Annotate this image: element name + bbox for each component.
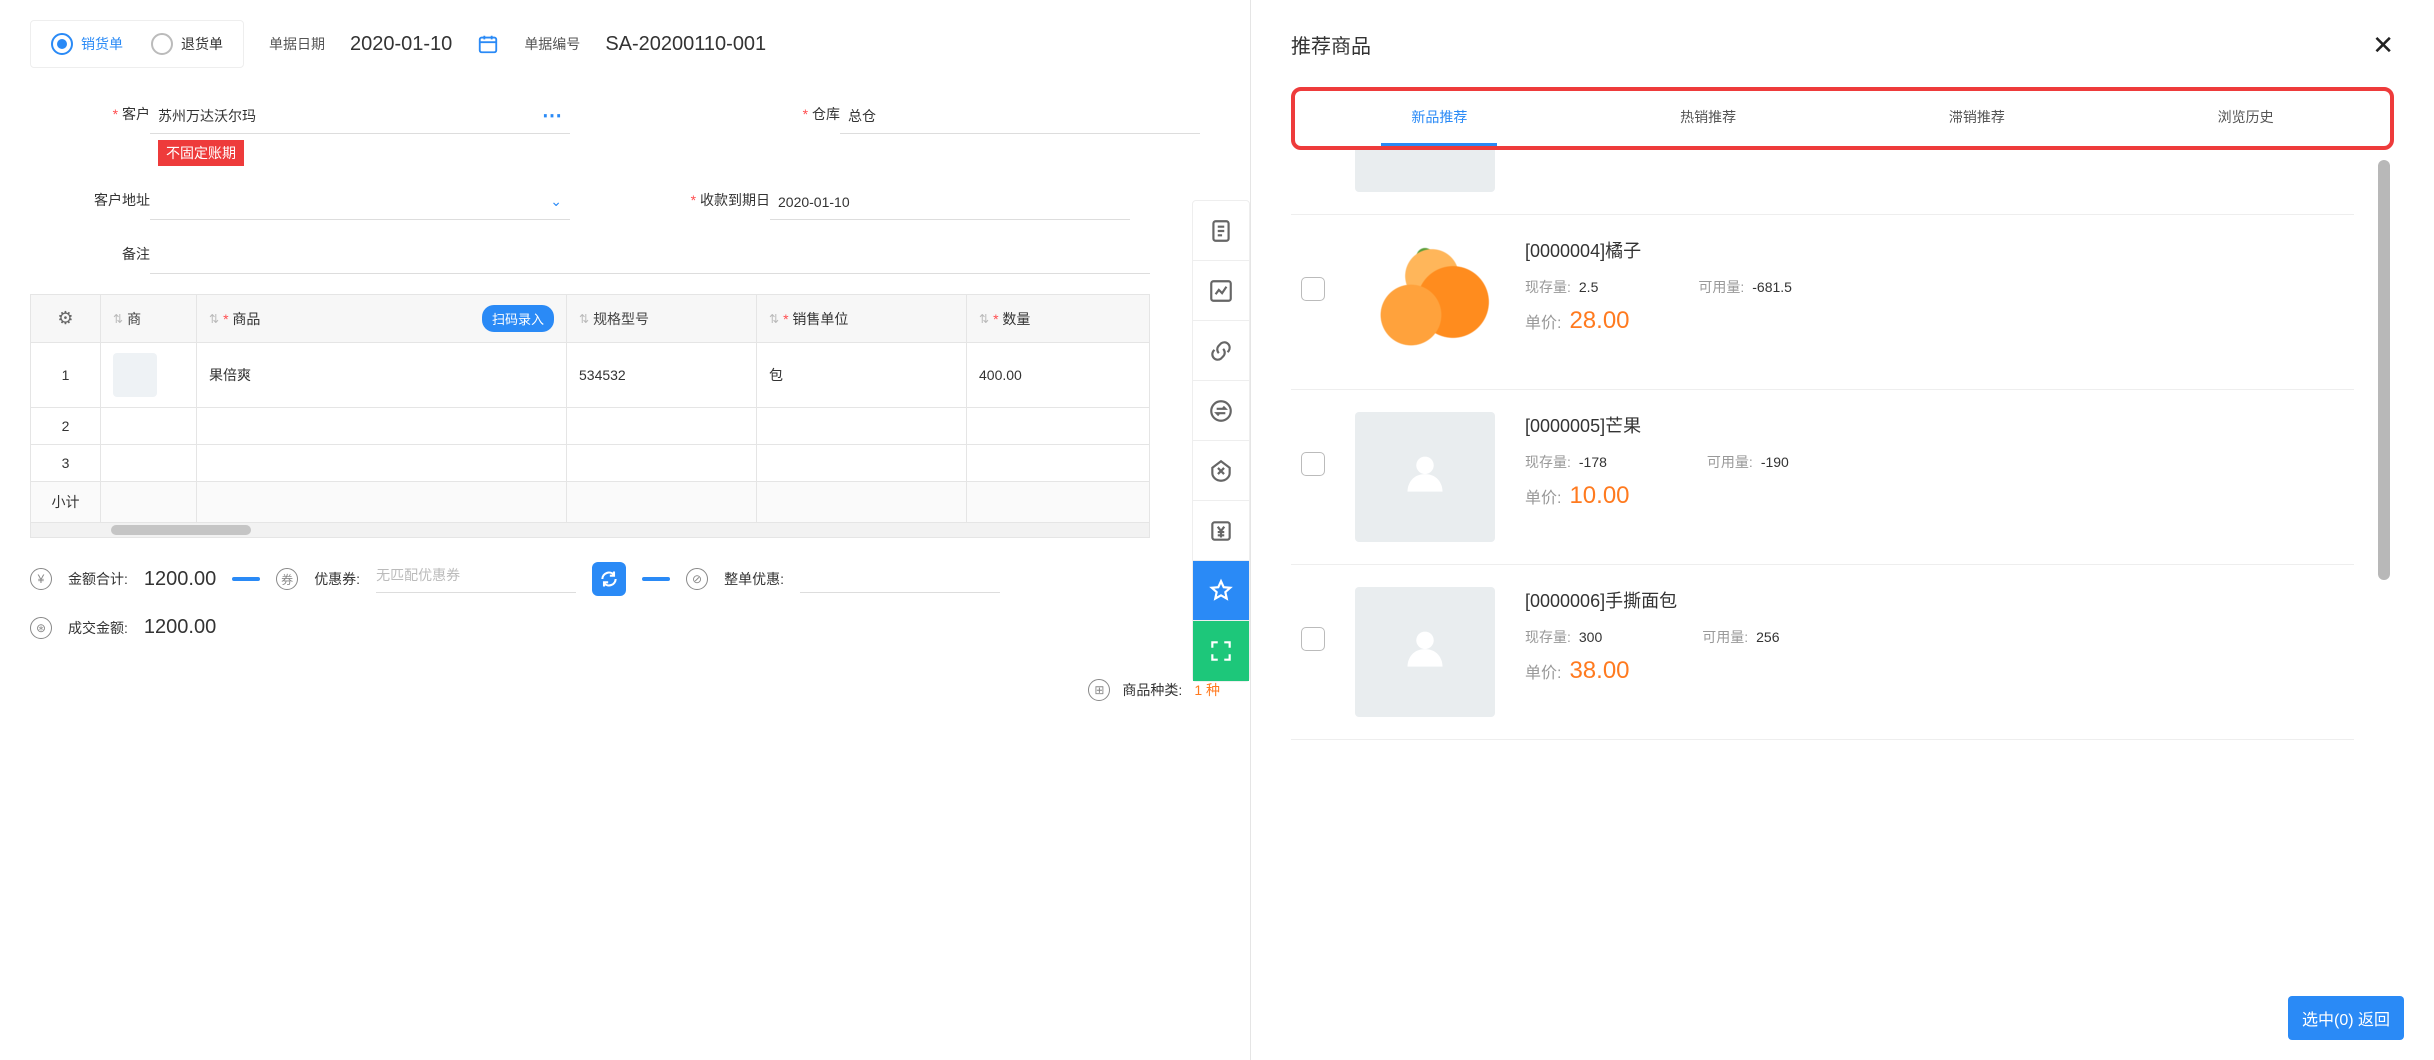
recommend-tabs-highlight: 新品推荐 热销推荐 滞销推荐 浏览历史 bbox=[1291, 87, 2394, 150]
whole-label: 整单优惠: bbox=[724, 569, 784, 589]
product-item[interactable]: [0000004]橘子 现存量:2.5 可用量:-681.5 单价:28.00 bbox=[1291, 215, 2354, 390]
amount-label: 金额合计: bbox=[68, 569, 128, 589]
subtotal-label: 小计 bbox=[31, 482, 101, 522]
account-period-tag: 不固定账期 bbox=[158, 140, 244, 166]
radio-sale[interactable]: 销货单 bbox=[51, 33, 123, 55]
product-name: [0000004]橘子 bbox=[1525, 237, 2344, 263]
deal-label: 成交金额: bbox=[68, 618, 128, 638]
minus-icon bbox=[642, 577, 670, 581]
tab-hot[interactable]: 热销推荐 bbox=[1650, 91, 1766, 146]
amount-value: 1200.00 bbox=[144, 568, 216, 591]
remark-input[interactable] bbox=[150, 238, 1150, 274]
table-row[interactable]: 1 果倍爽 534532 包 400.00 bbox=[31, 343, 1149, 408]
price-value: 10.00 bbox=[1569, 482, 1629, 509]
panel-title: 推荐商品 bbox=[1291, 30, 2394, 59]
yen-icon: ¥ bbox=[30, 568, 52, 590]
stock-value: 300 bbox=[1579, 629, 1602, 645]
minus-icon bbox=[232, 577, 260, 581]
addr-label: 客户地址 bbox=[30, 184, 150, 210]
v-scrollbar[interactable] bbox=[2378, 160, 2390, 580]
coupon-icon: 券 bbox=[276, 568, 298, 590]
price-value: 38.00 bbox=[1569, 657, 1629, 684]
top-row: 销货单 退货单 单据日期 2020-01-10 单据编号 SA-20200110… bbox=[30, 20, 1220, 68]
product-checkbox[interactable] bbox=[1301, 452, 1325, 476]
tool-star[interactable] bbox=[1193, 561, 1249, 621]
tool-doc[interactable] bbox=[1193, 201, 1249, 261]
close-icon[interactable]: ✕ bbox=[2372, 30, 2394, 61]
col-spec[interactable]: 规格型号 bbox=[567, 295, 757, 342]
coupon-label: 优惠券: bbox=[314, 569, 360, 589]
date-value[interactable]: 2020-01-10 bbox=[350, 33, 452, 56]
product-item[interactable]: 250ml 现存量:19952 可用量:19903 单价:2.00 bbox=[1291, 150, 2354, 215]
tab-history[interactable]: 浏览历史 bbox=[2188, 91, 2304, 146]
items-table: ⚙ 商 商品扫码录入 规格型号 销售单位 数量 1 果倍爽 534532 包 4… bbox=[30, 294, 1150, 538]
price-value: 2.00 bbox=[1569, 150, 1616, 154]
more-icon[interactable]: ⋯ bbox=[542, 103, 562, 128]
remark-label: 备注 bbox=[30, 238, 150, 264]
coupon-input[interactable]: 无匹配优惠券 bbox=[376, 565, 576, 593]
radio-return[interactable]: 退货单 bbox=[151, 33, 223, 55]
tool-chart[interactable] bbox=[1193, 261, 1249, 321]
col-unit[interactable]: 销售单位 bbox=[757, 295, 967, 342]
due-input[interactable]: 2020-01-10 bbox=[770, 184, 1130, 220]
product-image bbox=[1355, 412, 1495, 542]
tab-slow[interactable]: 滞销推荐 bbox=[1919, 91, 2035, 146]
addr-input[interactable]: ⌄ bbox=[150, 184, 570, 220]
product-name: [0000005]芒果 bbox=[1525, 412, 2344, 438]
tool-yen[interactable] bbox=[1193, 501, 1249, 561]
deal-value: 1200.00 bbox=[144, 616, 216, 639]
chevron-down-icon: ⌄ bbox=[550, 193, 562, 210]
tool-link[interactable] bbox=[1193, 321, 1249, 381]
table-row[interactable]: 3 bbox=[31, 445, 1149, 482]
product-checkbox[interactable] bbox=[1301, 277, 1325, 301]
kind-label: 商品种类: bbox=[1122, 680, 1182, 700]
warehouse-input[interactable]: 总仓 bbox=[840, 98, 1200, 134]
num-label: 单据编号 bbox=[524, 34, 580, 54]
tool-expand[interactable] bbox=[1193, 621, 1249, 681]
col-qty[interactable]: 数量 bbox=[967, 295, 1149, 342]
whole-discount-input[interactable] bbox=[800, 565, 1000, 593]
product-image bbox=[1355, 150, 1495, 192]
product-item[interactable]: [0000005]芒果 现存量:-178 可用量:-190 单价:10.00 bbox=[1291, 390, 2354, 565]
stock-value: -178 bbox=[1579, 454, 1607, 470]
recommend-panel: ✕ 推荐商品 新品推荐 热销推荐 滞销推荐 浏览历史 250ml 现存量:199… bbox=[1250, 0, 2434, 1060]
kind-value: 1 种 bbox=[1194, 680, 1220, 700]
tab-new[interactable]: 新品推荐 bbox=[1381, 91, 1497, 146]
customer-input[interactable]: 苏州万达沃尔玛 ⋯ bbox=[150, 98, 570, 134]
due-label: 收款到期日 bbox=[650, 184, 770, 210]
product-image bbox=[1355, 587, 1495, 717]
price-value: 28.00 bbox=[1569, 307, 1629, 334]
gear-icon[interactable]: ⚙ bbox=[57, 308, 73, 329]
discount-icon: ⊘ bbox=[686, 568, 708, 590]
order-type-tabs: 销货单 退货单 bbox=[30, 20, 244, 68]
product-checkbox[interactable] bbox=[1301, 627, 1325, 651]
avail-value: -681.5 bbox=[1752, 279, 1792, 295]
table-row[interactable]: 2 bbox=[31, 408, 1149, 445]
vertical-toolbar bbox=[1192, 200, 1250, 682]
num-value: SA-20200110-001 bbox=[605, 33, 766, 56]
deal-icon: ⊛ bbox=[30, 617, 52, 639]
tool-deny[interactable] bbox=[1193, 441, 1249, 501]
product-name: [0000006]手撕面包 bbox=[1525, 587, 2344, 613]
product-image bbox=[1355, 237, 1495, 367]
col-product[interactable]: 商品扫码录入 bbox=[197, 295, 567, 342]
avail-value: 256 bbox=[1756, 629, 1779, 645]
calendar-icon[interactable] bbox=[477, 33, 499, 55]
scan-input-button[interactable]: 扫码录入 bbox=[482, 305, 554, 332]
product-thumb bbox=[113, 353, 157, 397]
avail-value: -190 bbox=[1761, 454, 1789, 470]
warehouse-label: 仓库 bbox=[720, 98, 840, 124]
selected-return-button[interactable]: 选中(0) 返回 bbox=[2288, 996, 2404, 1040]
tool-swap[interactable] bbox=[1193, 381, 1249, 441]
stock-value: 2.5 bbox=[1579, 279, 1598, 295]
date-label: 单据日期 bbox=[269, 34, 325, 54]
product-item[interactable]: [0000006]手撕面包 现存量:300 可用量:256 单价:38.00 bbox=[1291, 565, 2354, 740]
kind-icon: ⊞ bbox=[1088, 679, 1110, 701]
refresh-button[interactable] bbox=[592, 562, 626, 596]
h-scrollbar[interactable] bbox=[31, 523, 1149, 537]
customer-label: 客户 bbox=[30, 98, 150, 124]
col-thumb[interactable]: 商 bbox=[101, 295, 197, 342]
